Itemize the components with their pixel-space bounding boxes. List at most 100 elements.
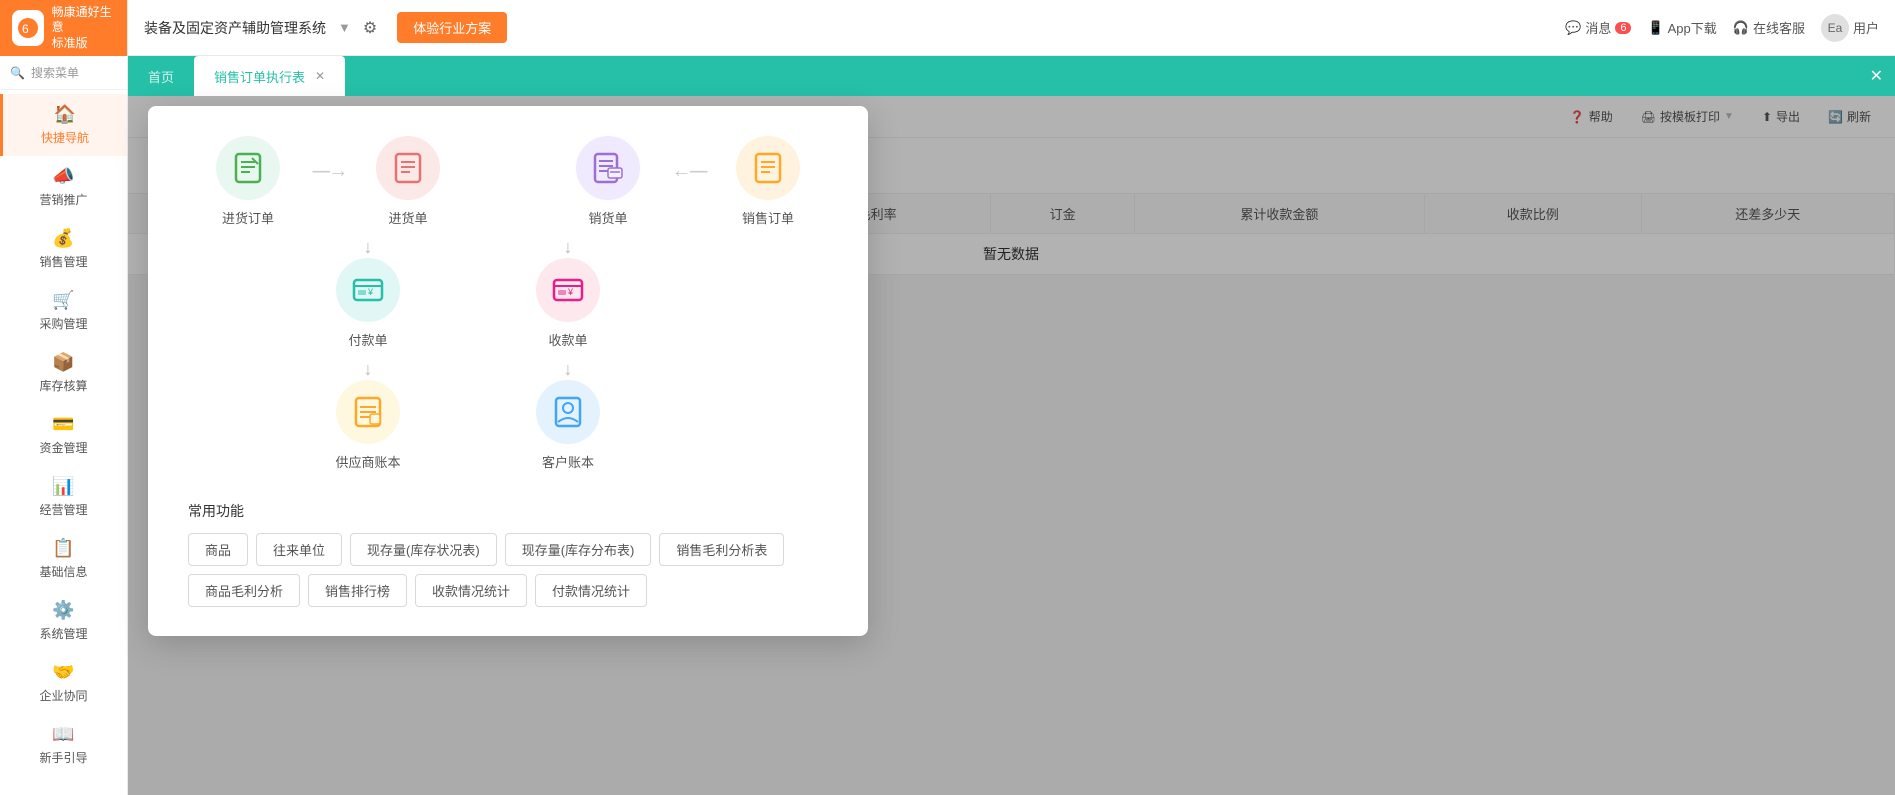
arrow-down-3: ↓ — [364, 359, 373, 380]
sidebar-nav: 🏠 快捷导航 📣 营销推广 💰 销售管理 🛒 采购管理 📦 库存核算 💳 资金管… — [0, 90, 127, 795]
logo-text: 畅康通好生意 标准版 — [52, 5, 115, 52]
customer-account-circle — [536, 380, 600, 444]
sidebar-item-finance[interactable]: 💳 资金管理 — [0, 404, 127, 466]
user-btn[interactable]: Ea 用户 — [1821, 14, 1879, 42]
flow-section: 进货订单 - - - - → 进货单 — [148, 106, 868, 501]
svg-text:¥: ¥ — [567, 287, 574, 297]
search-icon: 🔍 — [10, 66, 25, 80]
sale-order-circle — [736, 136, 800, 200]
sale-order-label: 销售订单 — [742, 208, 794, 227]
dropdown-arrow[interactable]: ▼ — [338, 20, 351, 35]
message-badge: 6 — [1615, 22, 1631, 34]
arrow-h-2: ← - - - - — [668, 160, 708, 203]
sales-icon: 💰 — [52, 228, 74, 249]
quick-nav-popup: 进货订单 - - - - → 进货单 — [148, 106, 868, 636]
service-btn[interactable]: 🎧 在线客服 — [1733, 18, 1805, 37]
guide-icon: 📖 — [52, 724, 74, 745]
flow-row-3: 供应商账本 客户账本 — [188, 380, 828, 471]
sidebar-item-enterprise[interactable]: 🤝 企业协同 — [0, 652, 127, 714]
purchase-bill-circle — [376, 136, 440, 200]
enterprise-icon: 🤝 — [52, 662, 74, 683]
sidebar-item-guide[interactable]: 📖 新手引导 — [0, 714, 127, 776]
common-title: 常用功能 — [188, 501, 828, 521]
sidebar-item-marketing[interactable]: 📣 营销推广 — [0, 156, 127, 218]
common-btn[interactable]: 收款情况统计 — [415, 574, 527, 607]
tab-home[interactable]: 首页 — [128, 56, 194, 96]
flow-row-2: ¥ 付款单 ¥ 收款单 — [188, 258, 828, 349]
header-right: 💬 消息 6 📱 App下载 🎧 在线客服 Ea 用户 — [1565, 14, 1879, 42]
arrow-h-1: - - - - → — [308, 160, 348, 203]
sidebar-item-sales[interactable]: 💰 销售管理 — [0, 218, 127, 280]
finance-icon: 💳 — [52, 414, 74, 435]
svg-text:6: 6 — [22, 22, 29, 36]
system-icon: ⚙️ — [52, 600, 74, 621]
tab-sales-exec[interactable]: 销售订单执行表 ✕ — [194, 56, 345, 96]
payment-circle: ¥ — [336, 258, 400, 322]
receipt-label: 收款单 — [548, 330, 587, 349]
arrow-down-1: ↓ — [364, 237, 373, 258]
purchase-order-circle — [216, 136, 280, 200]
common-btn[interactable]: 销售毛利分析表 — [659, 533, 784, 566]
sale-bill-circle — [576, 136, 640, 200]
supplier-account-label: 供应商账本 — [335, 452, 400, 471]
app-icon: 📱 — [1647, 20, 1663, 36]
operation-icon: 📊 — [52, 476, 74, 497]
common-btn[interactable]: 销售排行榜 — [308, 574, 407, 607]
message-icon: 💬 — [1565, 20, 1581, 36]
sidebar-search[interactable]: 🔍 搜索菜单 — [0, 56, 127, 90]
sidebar-item-operation[interactable]: 📊 经营管理 — [0, 466, 127, 528]
flow-row-1: 进货订单 - - - - → 进货单 — [188, 136, 828, 227]
flow-item-purchase-bill[interactable]: 进货单 — [348, 136, 468, 227]
svg-text:¥: ¥ — [367, 287, 374, 297]
sidebar: 6 畅康通好生意 标准版 🔍 搜索菜单 🏠 快捷导航 📣 营销推广 💰 销售管理… — [0, 0, 128, 795]
sidebar-item-system[interactable]: ⚙️ 系统管理 — [0, 590, 127, 652]
sale-bill-label: 销货单 — [588, 208, 627, 227]
common-btn[interactable]: 现存量(库存分布表) — [505, 533, 652, 566]
payment-label: 付款单 — [348, 330, 387, 349]
common-functions-section: 常用功能 商品往来单位现存量(库存状况表)现存量(库存分布表)销售毛利分析表商品… — [148, 501, 868, 636]
arrow-down-4: ↓ — [564, 359, 573, 380]
flow-item-sale-bill[interactable]: 销货单 — [548, 136, 668, 227]
sidebar-item-basic[interactable]: 📋 基础信息 — [0, 528, 127, 590]
sidebar-item-purchase[interactable]: 🛒 采购管理 — [0, 280, 127, 342]
receipt-circle: ¥ — [536, 258, 600, 322]
marketing-icon: 📣 — [52, 166, 74, 187]
purchase-bill-label: 进货单 — [388, 208, 427, 227]
settings-icon[interactable]: ⚙ — [363, 18, 377, 38]
common-btn[interactable]: 现存量(库存状况表) — [350, 533, 497, 566]
sidebar-item-quick[interactable]: 🏠 快捷导航 — [0, 94, 127, 156]
common-btn[interactable]: 往来单位 — [256, 533, 342, 566]
flow-item-payment[interactable]: ¥ 付款单 — [308, 258, 428, 349]
basic-icon: 📋 — [52, 538, 74, 559]
flow-item-supplier-account[interactable]: 供应商账本 — [308, 380, 428, 471]
experience-btn[interactable]: 体验行业方案 — [397, 12, 507, 43]
purchase-order-label: 进货订单 — [222, 208, 274, 227]
sidebar-item-inventory[interactable]: 📦 库存核算 — [0, 342, 127, 404]
home-icon: 🏠 — [54, 104, 76, 125]
supplier-account-circle — [336, 380, 400, 444]
top-header: 装备及固定资产辅助管理系统 ▼ ⚙ 体验行业方案 💬 消息 6 📱 App下载 … — [128, 0, 1895, 56]
flow-item-receipt[interactable]: ¥ 收款单 — [508, 258, 628, 349]
popup-overlay: 进货订单 - - - - → 进货单 — [128, 96, 1895, 795]
system-title: 装备及固定资产辅助管理系统 — [144, 18, 326, 38]
tab-close-icon[interactable]: ✕ — [315, 69, 325, 83]
flow-item-customer-account[interactable]: 客户账本 — [508, 380, 628, 471]
inventory-icon: 📦 — [52, 352, 74, 373]
tab-bar: 首页 销售订单执行表 ✕ ✕ — [128, 56, 1895, 96]
common-btn[interactable]: 商品毛利分析 — [188, 574, 300, 607]
common-btn[interactable]: 商品 — [188, 533, 248, 566]
purchase-icon: 🛒 — [52, 290, 74, 311]
flow-item-purchase-order[interactable]: 进货订单 — [188, 136, 308, 227]
service-icon: 🎧 — [1733, 20, 1749, 36]
app-download-btn[interactable]: 📱 App下载 — [1647, 18, 1716, 37]
tabbar-close-icon[interactable]: ✕ — [1870, 66, 1883, 86]
logo-area: 6 畅康通好生意 标准版 — [0, 0, 127, 56]
common-btn[interactable]: 付款情况统计 — [535, 574, 647, 607]
logo-icon: 6 — [12, 10, 44, 46]
flow-item-sale-order[interactable]: 销售订单 — [708, 136, 828, 227]
message-btn[interactable]: 💬 消息 6 — [1565, 18, 1631, 37]
customer-account-label: 客户账本 — [542, 452, 594, 471]
arrow-down-2: ↓ — [564, 237, 573, 258]
avatar: Ea — [1821, 14, 1849, 42]
common-buttons-row-1: 商品往来单位现存量(库存状况表)现存量(库存分布表)销售毛利分析表商品毛利分析销… — [188, 533, 828, 607]
